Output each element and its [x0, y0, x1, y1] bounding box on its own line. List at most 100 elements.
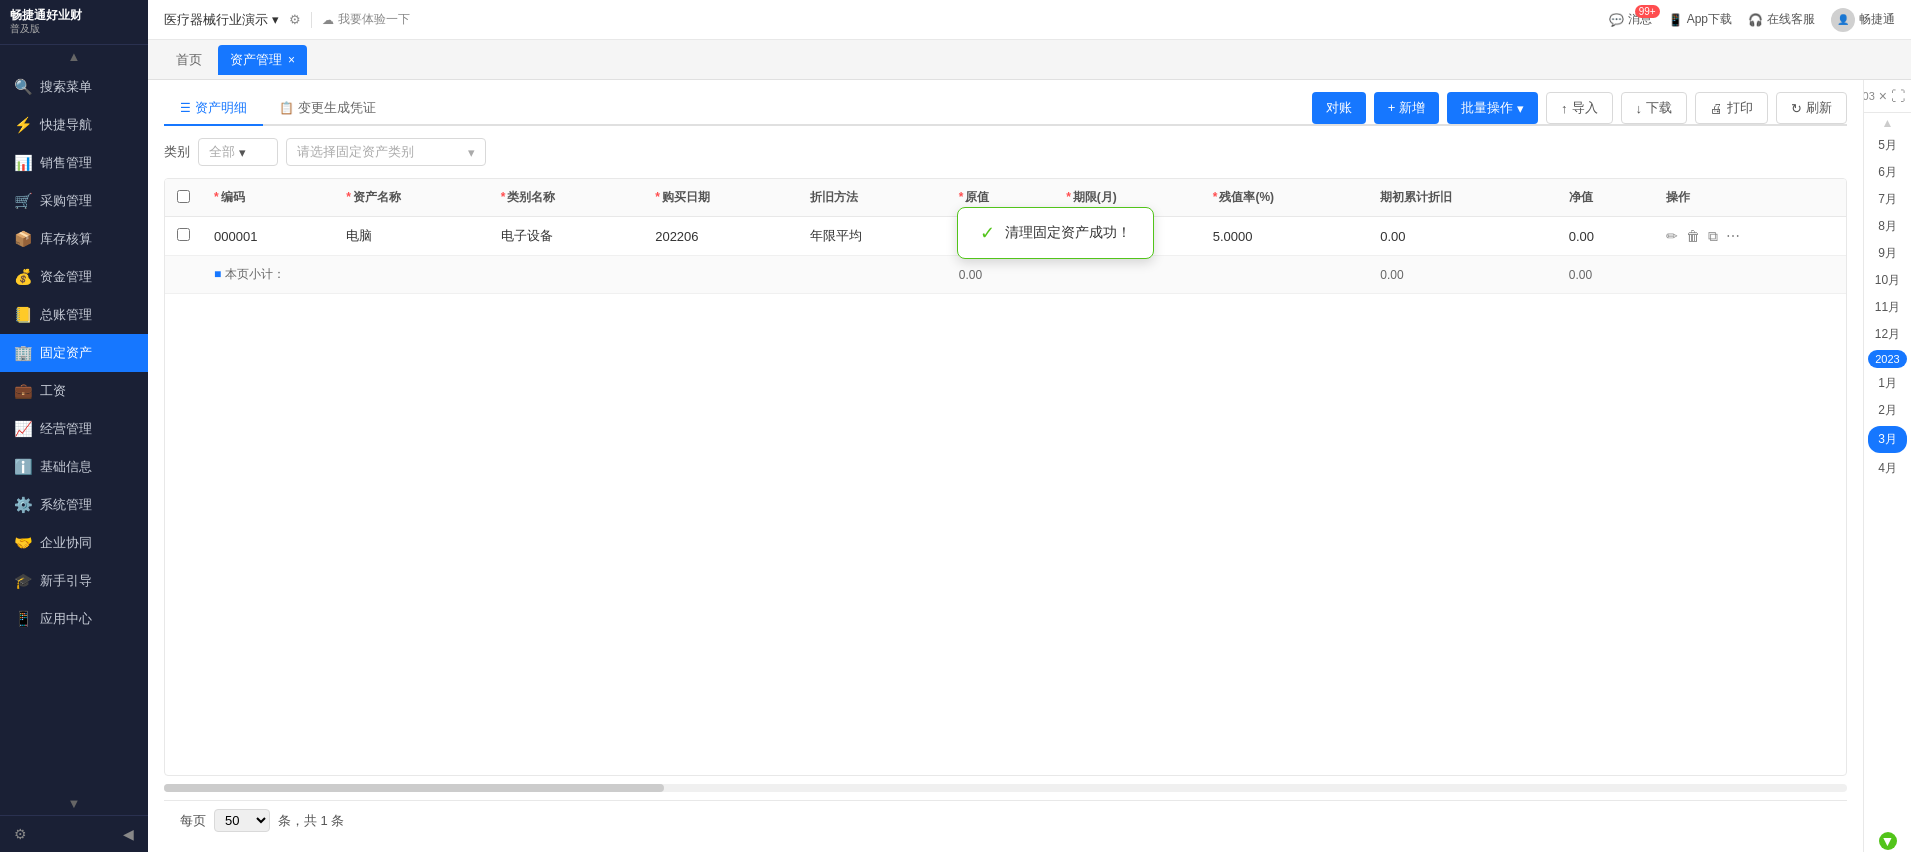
- year-group-2023: 2023 1月 2月 3月 4月: [1864, 350, 1911, 482]
- month-8[interactable]: 8月: [1864, 213, 1911, 240]
- sidebar-item-ledger[interactable]: 📒 总账管理: [0, 296, 148, 334]
- delete-icon[interactable]: 🗑: [1686, 228, 1700, 244]
- month-2[interactable]: 2月: [1864, 397, 1911, 424]
- filter-category-value: 全部: [209, 143, 235, 161]
- experience-icon: ☁: [322, 13, 334, 27]
- filter-input-arrow: ▾: [468, 145, 475, 160]
- month-3[interactable]: 3月: [1868, 426, 1907, 453]
- row-checkbox[interactable]: [177, 228, 190, 241]
- settings-icon[interactable]: ⚙: [14, 826, 27, 842]
- sidebar-item-system[interactable]: ⚙️ 系统管理: [0, 486, 148, 524]
- sidebar-item-operation[interactable]: 📈 经营管理: [0, 410, 148, 448]
- subtab-asset-list[interactable]: ☰ 资产明细: [164, 92, 263, 126]
- sidebar-item-salary[interactable]: 💼 工资: [0, 372, 148, 410]
- scroll-down-btn[interactable]: ▼: [1864, 830, 1911, 852]
- tab-home[interactable]: 首页: [164, 45, 214, 75]
- more-icon[interactable]: ⋯: [1726, 228, 1740, 244]
- sidebar-item-guide[interactable]: 🎓 新手引导: [0, 562, 148, 600]
- th-checkbox: [165, 179, 202, 217]
- salary-icon: 💼: [14, 382, 32, 400]
- sidebar-bottom: ⚙ ◀: [0, 815, 148, 852]
- month-4[interactable]: 4月: [1864, 455, 1911, 482]
- refresh-btn[interactable]: ↻ 刷新: [1776, 92, 1847, 124]
- tab-asset-management[interactable]: 资产管理 ×: [218, 45, 307, 75]
- month-5[interactable]: 5月: [1864, 132, 1911, 159]
- table-row: 000001 电脑 电子设备 202206 年限平均 ✓ 清理固定资产成功！: [165, 217, 1846, 256]
- filter-category-input[interactable]: 请选择固定资产类别 ▾: [286, 138, 486, 166]
- scrollbar-container: [164, 776, 1847, 800]
- right-sidebar-close-icon[interactable]: ×: [1879, 88, 1887, 104]
- topbar-divider: [311, 12, 312, 28]
- sidebar-label-operation: 经营管理: [40, 420, 92, 438]
- horizontal-scrollbar[interactable]: [164, 784, 1847, 792]
- sidebar-item-app-center[interactable]: 📱 应用中心: [0, 600, 148, 638]
- sidebar-item-basic-info[interactable]: ℹ️ 基础信息: [0, 448, 148, 486]
- per-page-select[interactable]: 50 100 200: [214, 809, 270, 832]
- batch-btn[interactable]: 批量操作 ▾: [1447, 92, 1538, 124]
- edit-icon[interactable]: ✏: [1666, 228, 1678, 244]
- sidebar-item-finance[interactable]: 💰 资金管理: [0, 258, 148, 296]
- print-btn[interactable]: 🖨 打印: [1695, 92, 1768, 124]
- right-sidebar-expand-icon[interactable]: ⛶: [1891, 88, 1905, 104]
- app-download-btn[interactable]: 📱 App下载: [1668, 11, 1732, 28]
- filter-category-select[interactable]: 全部 ▾: [198, 138, 278, 166]
- sidebar-label-salary: 工资: [40, 382, 66, 400]
- guide-icon: 🎓: [14, 572, 32, 590]
- table-wrap[interactable]: *编码 *资产名称 *类别名称 *购买日期 折旧方法 *原值 *期限(月) *残…: [164, 178, 1847, 776]
- sidebar-item-enterprise[interactable]: 🤝 企业协同: [0, 524, 148, 562]
- select-all-checkbox[interactable]: [177, 190, 190, 203]
- copy-icon[interactable]: ⧉: [1708, 228, 1718, 245]
- sidebar-label-app-center: 应用中心: [40, 610, 92, 628]
- asset-table: *编码 *资产名称 *类别名称 *购买日期 折旧方法 *原值 *期限(月) *残…: [165, 179, 1846, 294]
- toast-message: 清理固定资产成功！: [1005, 224, 1131, 242]
- scroll-up-btn[interactable]: ▲: [1864, 113, 1911, 132]
- month-1[interactable]: 1月: [1864, 370, 1911, 397]
- subtotal-label-cell: ■ 本页小计：: [202, 256, 947, 294]
- down-arrow-icon: ▼: [1879, 832, 1897, 850]
- sidebar-scroll-down[interactable]: ▼: [0, 792, 148, 815]
- company-selector[interactable]: 医疗器械行业演示 ▾: [164, 11, 279, 29]
- sidebar-item-sales[interactable]: 📊 销售管理: [0, 144, 148, 182]
- sidebar-item-quick-nav[interactable]: ⚡ 快捷导航: [0, 106, 148, 144]
- download-label: 下载: [1646, 99, 1672, 117]
- messages-btn[interactable]: 💬 消息 99+: [1609, 11, 1652, 28]
- toast-check-icon: ✓: [980, 222, 995, 244]
- total-text: 条，共 1 条: [278, 812, 344, 830]
- month-12[interactable]: 12月: [1864, 321, 1911, 348]
- tab-home-label: 首页: [176, 52, 202, 67]
- sidebar-item-search[interactable]: 🔍 搜索菜单: [0, 68, 148, 106]
- topbar-settings-icon[interactable]: ⚙: [289, 12, 301, 27]
- experience-text: 我要体验一下: [338, 11, 410, 28]
- download-btn[interactable]: ↓ 下载: [1621, 92, 1688, 124]
- content-main: ☰ 资产明细 📋 变更生成凭证 对账 + 新增 批量操作 ▾ ↑: [148, 80, 1863, 852]
- sidebar-item-inventory[interactable]: 📦 库存核算: [0, 220, 148, 258]
- export-btn[interactable]: ↑ 导入: [1546, 92, 1613, 124]
- month-9[interactable]: 9月: [1864, 240, 1911, 267]
- subtotal-initial: 0.00: [1368, 256, 1556, 294]
- inventory-icon: 📦: [14, 230, 32, 248]
- messages-badge: 99+: [1635, 5, 1660, 18]
- collapse-icon[interactable]: ◀: [123, 826, 134, 842]
- subtab-change-voucher[interactable]: 📋 变更生成凭证: [263, 92, 392, 126]
- app-title: 畅捷通好业财: [10, 8, 138, 22]
- download-icon: ↓: [1636, 101, 1643, 116]
- tab-close-icon[interactable]: ×: [288, 53, 295, 67]
- month-10[interactable]: 10月: [1864, 267, 1911, 294]
- user-area[interactable]: 👤 畅捷通: [1831, 8, 1895, 32]
- month-7[interactable]: 7月: [1864, 186, 1911, 213]
- filter-category-placeholder: 请选择固定资产类别: [297, 143, 414, 161]
- experience-btn[interactable]: ☁ 我要体验一下: [322, 11, 410, 28]
- online-service-label: 在线客服: [1767, 11, 1815, 28]
- online-service-icon: 🎧: [1748, 13, 1763, 27]
- month-6[interactable]: 6月: [1864, 159, 1911, 186]
- new-btn[interactable]: + 新增: [1374, 92, 1439, 124]
- sidebar-scroll-up[interactable]: ▲: [0, 45, 148, 68]
- sidebar-item-purchase[interactable]: 🛒 采购管理: [0, 182, 148, 220]
- th-action: 操作: [1654, 179, 1846, 217]
- account-btn[interactable]: 对账: [1312, 92, 1366, 124]
- month-11[interactable]: 11月: [1864, 294, 1911, 321]
- sidebar-item-fixed-assets[interactable]: 🏢 固定资产: [0, 334, 148, 372]
- online-service-btn[interactable]: 🎧 在线客服: [1748, 11, 1815, 28]
- subtabs: ☰ 资产明细 📋 变更生成凭证 对账 + 新增 批量操作 ▾ ↑: [164, 92, 1847, 126]
- row-purchase-date: 202206: [643, 217, 797, 256]
